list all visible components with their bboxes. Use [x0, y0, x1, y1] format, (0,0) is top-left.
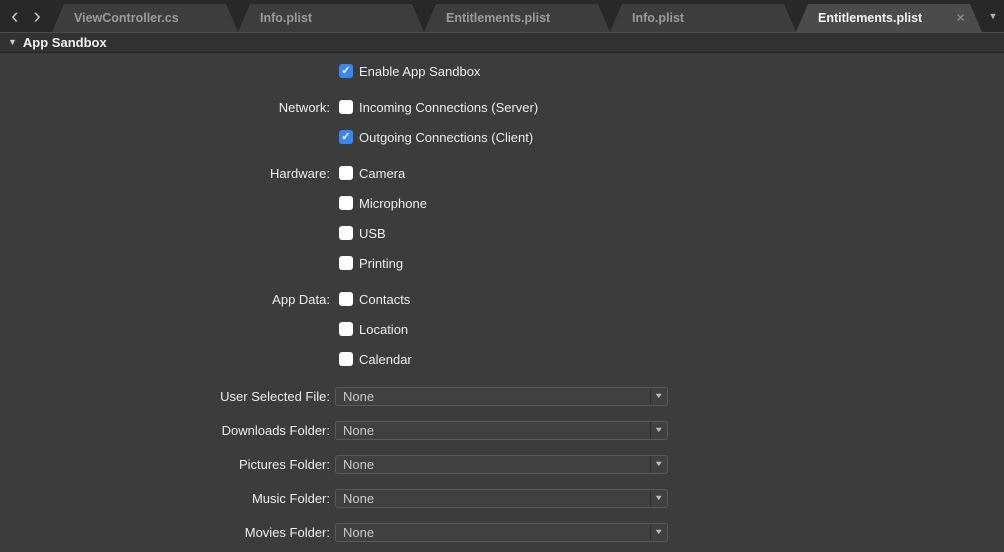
- section-title: App Sandbox: [22, 35, 107, 50]
- tab-label: Entitlements.plist: [818, 11, 923, 25]
- dropdown-row-pictures-folder: Pictures Folder: None ▼: [0, 447, 1004, 481]
- checkbox-label[interactable]: Location: [359, 322, 408, 337]
- dropdown[interactable]: None ▼: [335, 488, 668, 508]
- group-label: App Data:: [272, 291, 330, 307]
- dropdown-label: Downloads Folder:: [221, 422, 330, 438]
- checkbox[interactable]: ✓: [339, 196, 353, 210]
- checkbox-row-usb: ✓ USB: [0, 218, 1004, 248]
- checkbox-label[interactable]: Enable App Sandbox: [359, 64, 480, 79]
- sandbox-form: ✓ Enable App Sandbox Network: ✓ Incoming…: [0, 53, 1004, 549]
- tab-label: ViewController.cs: [74, 11, 179, 25]
- dropdown-label: User Selected File:: [220, 388, 330, 404]
- dropdown-row-downloads-folder: Downloads Folder: None ▼: [0, 413, 1004, 447]
- checkbox[interactable]: ✓: [339, 292, 353, 306]
- tab-info-plist[interactable]: Info.plist ×: [610, 4, 796, 32]
- checkbox[interactable]: ✓: [339, 64, 353, 78]
- tab-bar: ‹ › ViewController.cs × Info.plist × Ent…: [0, 0, 1004, 32]
- dropdown-value: None: [343, 456, 375, 472]
- group-label: Network:: [278, 99, 330, 115]
- back-button[interactable]: ‹: [11, 5, 18, 27]
- dropdown-arrow-button[interactable]: ▼: [650, 523, 667, 541]
- dropdown-value: None: [343, 490, 375, 506]
- chevron-down-icon: ▼: [653, 459, 665, 469]
- dropdown-row-user-selected-file: User Selected File: None ▼: [0, 379, 1004, 413]
- tab-label: Info.plist: [632, 11, 685, 25]
- dropdown[interactable]: None ▼: [335, 386, 668, 406]
- checkbox-label[interactable]: Incoming Connections (Server): [359, 100, 538, 115]
- checkbox[interactable]: ✓: [339, 226, 353, 240]
- chevron-down-icon: ▼: [988, 11, 998, 21]
- checkbox-label[interactable]: Printing: [359, 256, 403, 271]
- checkbox-row-calendar: ✓ Calendar: [0, 344, 1004, 374]
- dropdown-value: None: [343, 388, 375, 404]
- tab-entitlements-plist[interactable]: Entitlements.plist ×: [424, 4, 610, 32]
- disclosure-triangle-icon[interactable]: ▼: [8, 38, 17, 47]
- checkbox-section: ✓ Enable App Sandbox Network: ✓ Incoming…: [0, 56, 1004, 374]
- dropdown-arrow-button[interactable]: ▼: [650, 387, 667, 405]
- checkbox[interactable]: ✓: [339, 256, 353, 270]
- section-header: ▼ App Sandbox: [0, 32, 1004, 53]
- checkbox-row-location: ✓ Location: [0, 314, 1004, 344]
- checkbox[interactable]: ✓: [339, 130, 353, 144]
- checkbox[interactable]: ✓: [339, 352, 353, 366]
- tab-viewcontroller-cs[interactable]: ViewController.cs ×: [52, 4, 238, 32]
- check-icon: ✓: [341, 130, 351, 143]
- tab-label: Info.plist: [260, 11, 313, 25]
- dropdown[interactable]: None ▼: [335, 454, 668, 474]
- dropdown-label: Movies Folder:: [244, 524, 330, 540]
- checkbox-row-outgoing-connections-client: ✓ Outgoing Connections (Client): [0, 122, 1004, 152]
- checkbox-label[interactable]: Outgoing Connections (Client): [359, 130, 533, 145]
- checkbox-row-camera: Hardware: ✓ Camera: [0, 158, 1004, 188]
- check-icon: ✓: [341, 64, 351, 77]
- chevron-down-icon: ▼: [653, 391, 665, 401]
- tab-overflow-button[interactable]: ▼: [982, 0, 1004, 32]
- dropdown-row-movies-folder: Movies Folder: None ▼: [0, 515, 1004, 549]
- tab-strip: ViewController.cs × Info.plist × Entitle…: [52, 4, 982, 32]
- checkbox-row-contacts: App Data: ✓ Contacts: [0, 284, 1004, 314]
- chevron-down-icon: ▼: [653, 527, 665, 537]
- dropdown-arrow-button[interactable]: ▼: [650, 421, 667, 439]
- checkbox-row-microphone: ✓ Microphone: [0, 188, 1004, 218]
- close-icon[interactable]: ×: [956, 11, 965, 26]
- checkbox-row-printing: ✓ Printing: [0, 248, 1004, 278]
- dropdown-label: Pictures Folder:: [238, 456, 330, 472]
- dropdown-row-music-folder: Music Folder: None ▼: [0, 481, 1004, 515]
- tab-label: Entitlements.plist: [446, 11, 551, 25]
- dropdown-arrow-button[interactable]: ▼: [650, 489, 667, 507]
- dropdown-arrow-button[interactable]: ▼: [650, 455, 667, 473]
- forward-button[interactable]: ›: [34, 5, 41, 27]
- checkbox-label[interactable]: Calendar: [359, 352, 412, 367]
- checkbox-label[interactable]: Contacts: [359, 292, 410, 307]
- dropdown-value: None: [343, 524, 375, 540]
- dropdown[interactable]: None ▼: [335, 420, 668, 440]
- checkbox-label[interactable]: Camera: [359, 166, 405, 181]
- checkbox-row-enable-app-sandbox: ✓ Enable App Sandbox: [0, 56, 1004, 86]
- checkbox-label[interactable]: USB: [359, 226, 386, 241]
- tab-info-plist[interactable]: Info.plist ×: [238, 4, 424, 32]
- dropdown[interactable]: None ▼: [335, 522, 668, 542]
- dropdown-label: Music Folder:: [251, 490, 330, 506]
- checkbox[interactable]: ✓: [339, 100, 353, 114]
- chevron-down-icon: ▼: [653, 493, 665, 503]
- group-label: Hardware:: [270, 165, 330, 181]
- checkbox[interactable]: ✓: [339, 322, 353, 336]
- checkbox[interactable]: ✓: [339, 166, 353, 180]
- dropdown-value: None: [343, 422, 375, 438]
- tab-nav: ‹ ›: [0, 0, 52, 32]
- checkbox-row-incoming-connections-server: Network: ✓ Incoming Connections (Server): [0, 92, 1004, 122]
- chevron-down-icon: ▼: [653, 425, 665, 435]
- dropdown-section: User Selected File: None ▼ Downloads Fol…: [0, 379, 1004, 549]
- checkbox-label[interactable]: Microphone: [359, 196, 427, 211]
- tab-entitlements-plist[interactable]: Entitlements.plist ×: [796, 4, 982, 32]
